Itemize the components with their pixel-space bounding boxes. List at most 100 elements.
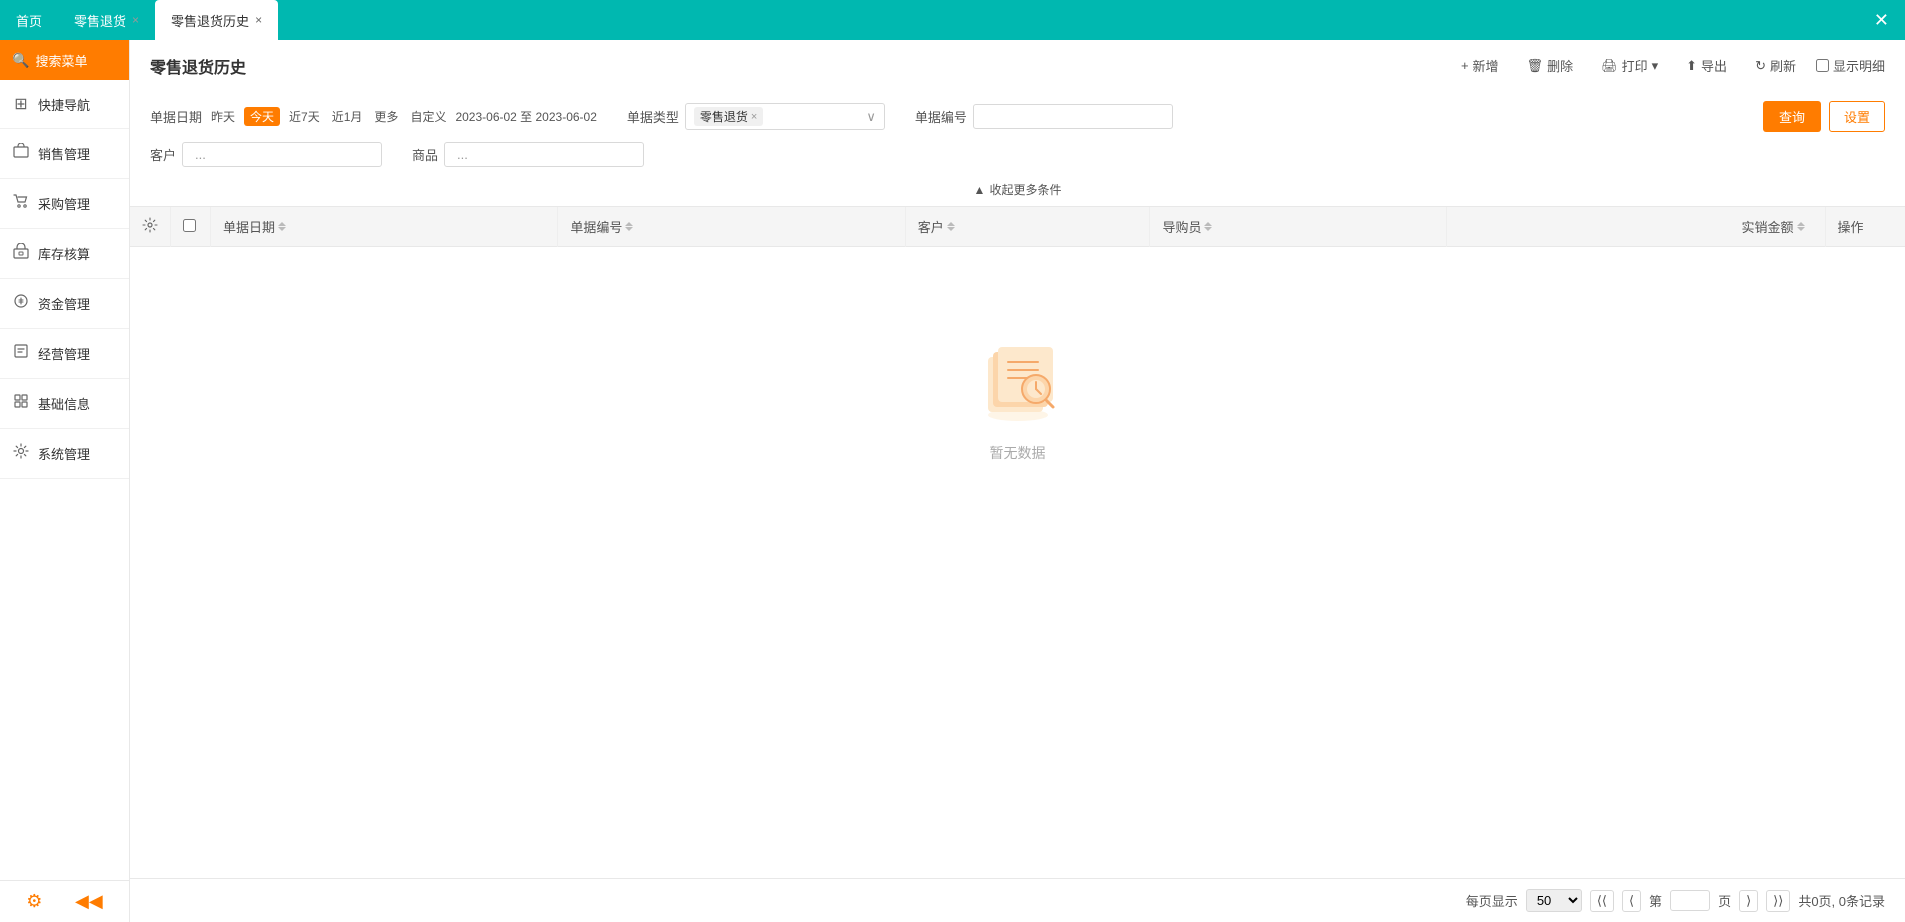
first-page-button[interactable]: ⟨⟨: [1590, 890, 1614, 912]
sidebar-item-operations-mgmt[interactable]: 经营管理: [0, 329, 129, 379]
sidebar-item-sales-mgmt[interactable]: 销售管理: [0, 129, 129, 179]
filter-date-item: 单据日期 昨天 今天 近7天 近1月 更多 自定义 2023-06-02 至 2…: [150, 107, 597, 126]
sidebar-item-inventory-label: 库存核算: [38, 244, 90, 263]
amount-sort-icon: [1797, 222, 1805, 231]
sidebar: 🔍 搜索菜单 ⊞ 快捷导航 销售管理 采购管理: [0, 40, 130, 922]
next-page-button[interactable]: ⟩: [1739, 890, 1758, 912]
settings-bottom-icon[interactable]: ⚙: [26, 891, 42, 912]
top-bar: 首页 零售退货 × 零售退货历史 × ✕: [0, 0, 1905, 40]
tab-retail-return[interactable]: 零售退货 ×: [58, 0, 155, 40]
page-title: 零售退货历史: [150, 54, 1453, 78]
th-customer-label: 客户: [918, 217, 944, 236]
select-all-checkbox[interactable]: [183, 219, 196, 232]
filter-doc-number-label: 单据编号: [915, 107, 967, 126]
doc-type-tag-value: 零售退货: [700, 108, 748, 125]
tab-retail-return-history[interactable]: 零售退货历史 ×: [155, 0, 278, 40]
th-actions: 操作: [1825, 207, 1905, 247]
date-month[interactable]: 近1月: [329, 107, 366, 126]
date-custom[interactable]: 自定义: [407, 107, 449, 126]
show-detail-checkbox[interactable]: 显示明细: [1816, 56, 1885, 75]
date-range: 2023-06-02 至 2023-06-02: [455, 108, 596, 125]
th-checkbox[interactable]: [171, 207, 211, 247]
sound-bottom-icon[interactable]: ◀◀: [75, 891, 103, 912]
content-area: 零售退货历史 + 新增 🗑 删除 🖨 打印 ▾: [130, 40, 1905, 922]
page-size-label: 每页显示: [1466, 891, 1518, 910]
tab-retail-return-label: 零售退货: [74, 11, 126, 30]
sidebar-item-basic-info[interactable]: 基础信息: [0, 379, 129, 429]
customer-input[interactable]: ...: [182, 142, 382, 167]
filter-doc-number-item: 单据编号: [915, 104, 1173, 129]
delete-icon: 🗑: [1527, 58, 1544, 74]
th-doc-number-label: 单据编号: [570, 217, 622, 236]
date-today[interactable]: 今天: [244, 107, 280, 126]
empty-text: 暂无数据: [990, 443, 1046, 463]
sidebar-search[interactable]: 🔍 搜索菜单: [0, 40, 129, 80]
th-doc-date-label: 单据日期: [223, 217, 275, 236]
delete-label: 删除: [1547, 56, 1573, 75]
sidebar-item-quick-nav-label: 快捷导航: [38, 95, 90, 114]
delete-button[interactable]: 🗑 删除: [1519, 52, 1582, 79]
goods-input[interactable]: ...: [444, 142, 644, 167]
sidebar-item-system-label: 系统管理: [38, 444, 90, 463]
page-number-input[interactable]: 1: [1670, 890, 1710, 911]
finance-icon: [12, 293, 30, 314]
empty-illustration: [968, 327, 1068, 427]
sidebar-item-finance-mgmt[interactable]: 资金管理: [0, 279, 129, 329]
show-detail-input[interactable]: [1816, 59, 1829, 72]
print-button[interactable]: 🖨 打印 ▾: [1593, 52, 1666, 79]
date-week[interactable]: 近7天: [286, 107, 323, 126]
filter-doc-type-item: 单据类型 零售退货 × ∨: [627, 103, 885, 130]
tab-home[interactable]: 首页: [0, 0, 58, 40]
th-guide[interactable]: 导购员: [1150, 207, 1446, 247]
th-doc-number[interactable]: 单据编号: [558, 207, 905, 247]
prev-page-button[interactable]: ⟨: [1622, 890, 1641, 912]
refresh-button[interactable]: ↻ 刷新: [1747, 52, 1804, 79]
system-icon: [12, 443, 30, 464]
th-amount[interactable]: 实销金额: [1446, 207, 1825, 247]
th-doc-date[interactable]: 单据日期: [211, 207, 558, 247]
doc-type-tag-remove[interactable]: ×: [751, 111, 757, 123]
date-more[interactable]: 更多: [371, 107, 401, 126]
th-customer[interactable]: 客户: [905, 207, 1150, 247]
sidebar-item-operations-label: 经营管理: [38, 344, 90, 363]
export-button[interactable]: ⬆ 导出: [1678, 52, 1735, 79]
sidebar-item-purchase-mgmt[interactable]: 采购管理: [0, 179, 129, 229]
collapse-label: 收起更多条件: [989, 181, 1061, 198]
sidebar-item-quick-nav[interactable]: ⊞ 快捷导航: [0, 80, 129, 129]
tab-retail-return-close[interactable]: ×: [132, 13, 139, 27]
tab-retail-return-history-close[interactable]: ×: [255, 13, 262, 27]
tab-home-label: 首页: [16, 11, 42, 30]
doc-number-sort-icon: [625, 222, 633, 231]
guide-sort-icon: [1204, 222, 1212, 231]
filter-doc-type-select[interactable]: 零售退货 × ∨: [685, 103, 885, 130]
add-label: 新增: [1473, 56, 1499, 75]
doc-date-sort-icon: [278, 222, 286, 231]
refresh-label: 刷新: [1770, 56, 1796, 75]
add-icon: +: [1461, 58, 1469, 73]
last-page-button[interactable]: ⟩⟩: [1766, 890, 1790, 912]
th-actions-label: 操作: [1838, 220, 1864, 235]
total-info: 共0页, 0条记录: [1798, 891, 1885, 910]
collapse-button[interactable]: ▲ 收起更多条件: [150, 177, 1885, 206]
page-size-select[interactable]: 20 50 100: [1526, 889, 1582, 912]
operations-icon: [12, 343, 30, 364]
add-button[interactable]: + 新增: [1453, 52, 1507, 79]
date-yesterday[interactable]: 昨天: [208, 107, 238, 126]
sidebar-item-system-mgmt[interactable]: 系统管理: [0, 429, 129, 479]
filter-customer-label: 客户: [150, 145, 176, 164]
page-header-top: 零售退货历史 + 新增 🗑 删除 🖨 打印 ▾: [150, 52, 1885, 79]
filter-row-1: 单据日期 昨天 今天 近7天 近1月 更多 自定义 2023-06-02 至 2…: [150, 101, 1885, 132]
th-amount-label: 实销金额: [1741, 217, 1793, 236]
sidebar-item-inventory[interactable]: 库存核算: [0, 229, 129, 279]
filter-date-group: 昨天 今天 近7天 近1月 更多 自定义: [208, 107, 449, 126]
query-button[interactable]: 查询: [1763, 101, 1821, 132]
settings-button[interactable]: 设置: [1829, 101, 1885, 132]
data-table: 单据日期 单据编号 客户: [130, 207, 1905, 543]
top-bar-close[interactable]: ✕: [1874, 10, 1905, 31]
quick-nav-icon: ⊞: [12, 94, 30, 114]
tab-bar: 首页 零售退货 × 零售退货历史 ×: [0, 0, 1874, 40]
main-layout: 🔍 搜索菜单 ⊞ 快捷导航 销售管理 采购管理: [0, 40, 1905, 922]
th-settings[interactable]: [130, 207, 171, 247]
doc-number-input[interactable]: [973, 104, 1173, 129]
tab-retail-return-history-label: 零售退货历史: [171, 11, 249, 30]
